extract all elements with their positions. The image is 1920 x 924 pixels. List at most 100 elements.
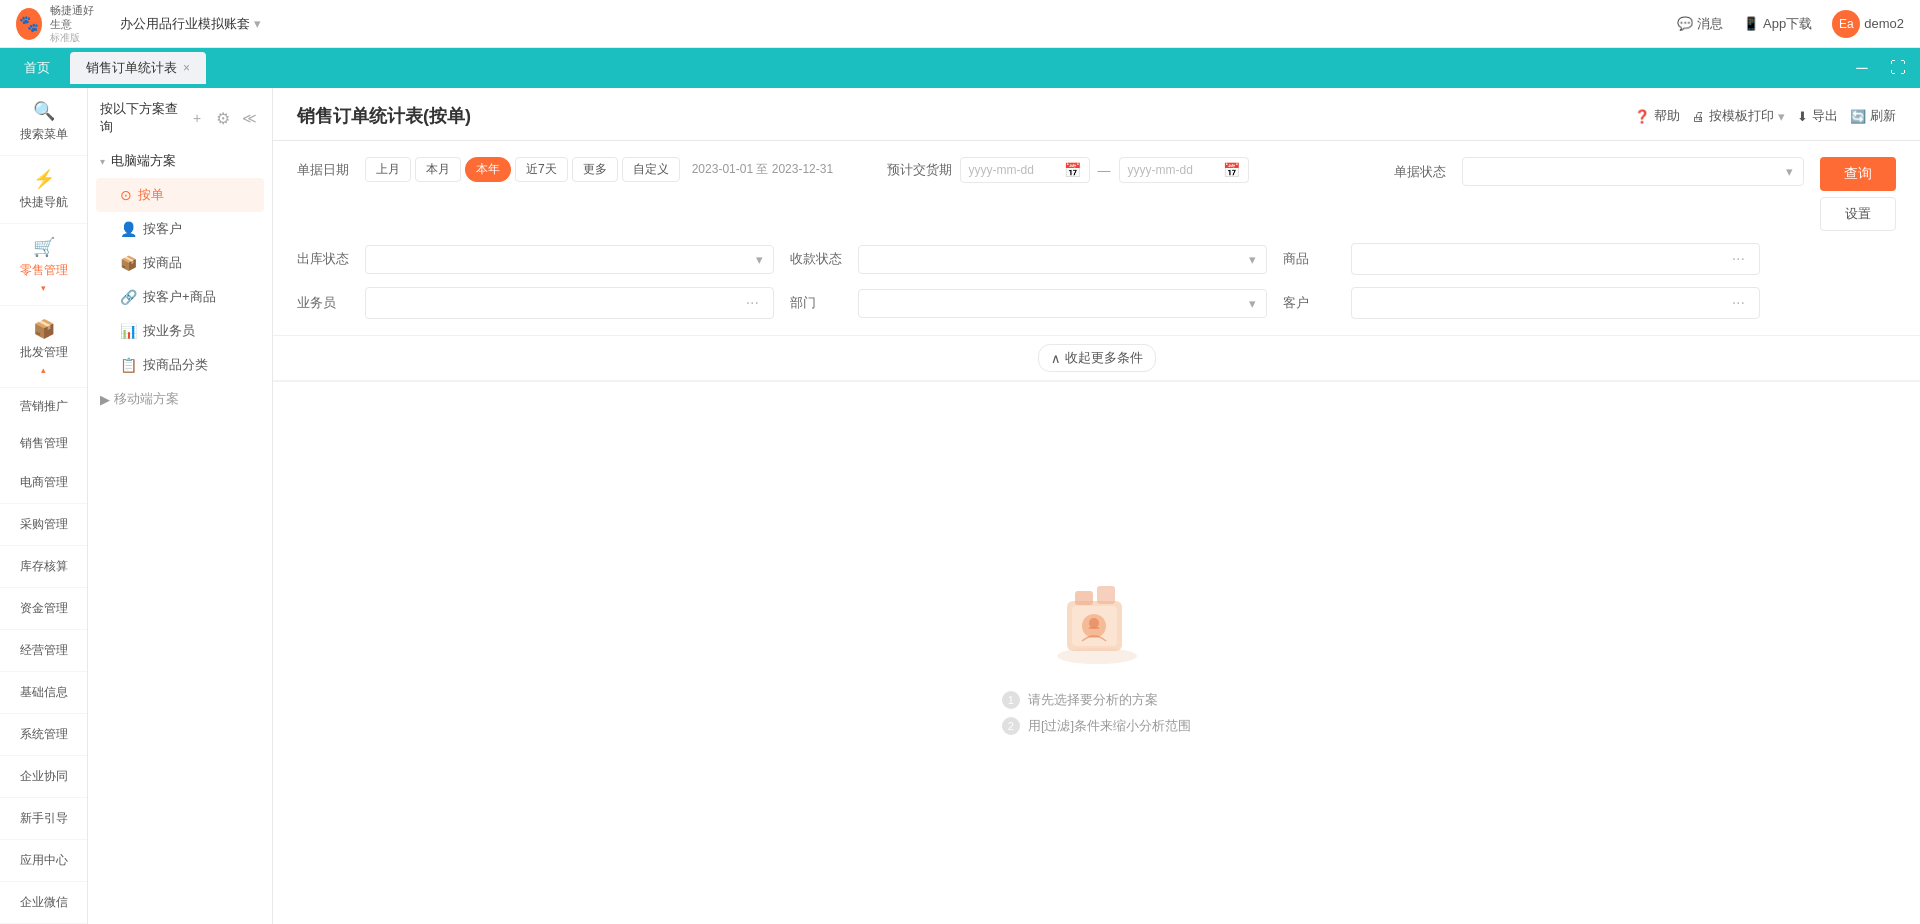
scheme-item-by-category[interactable]: 📋 按商品分类 — [96, 348, 264, 382]
bill-status-select[interactable]: ▾ — [1462, 157, 1804, 186]
mobile-scheme-group[interactable]: ▶ 移动端方案 — [88, 382, 272, 416]
expected-delivery-label: 预计交货期 — [887, 161, 952, 179]
help-icon: ❓ — [1634, 109, 1650, 124]
setting-button[interactable]: 设置 — [1820, 197, 1896, 231]
outbound-status-select[interactable]: ▾ — [365, 245, 774, 274]
collapse-icon: ∧ — [1051, 351, 1061, 366]
scheme-item-by-product[interactable]: 📦 按商品 — [96, 246, 264, 280]
sidebar-item-wechat[interactable]: 企业微信 — [0, 882, 87, 924]
this-month-btn[interactable]: 本月 — [415, 157, 461, 182]
collapse-button[interactable]: ∧ 收起更多条件 — [1038, 344, 1156, 372]
chevron-down-icon: ▾ — [756, 252, 763, 267]
expected-end-date[interactable]: yyyy-mm-dd 📅 — [1119, 157, 1249, 183]
chevron-right-icon: ▶ — [100, 392, 110, 407]
minimize-button[interactable]: ─ — [1848, 54, 1876, 82]
customer-icon: 👤 — [120, 221, 137, 237]
scheme-item-by-order[interactable]: ⊙ 按单 — [96, 178, 264, 212]
add-scheme-button[interactable]: + — [186, 107, 208, 129]
page-header: 销售订单统计表(按单) ❓ 帮助 🖨 按模板打印 ▾ ⬇ 导出 🔄 刷新 — [273, 88, 1920, 141]
sidebar-item-basic[interactable]: 基础信息 — [0, 672, 87, 714]
empty-hints: 1 请先选择要分析的方案 2 用[过滤]条件来缩小分析范围 — [1002, 691, 1191, 735]
sidebar-item-enterprise[interactable]: 企业协同 — [0, 756, 87, 798]
customer-select[interactable]: ··· — [1351, 287, 1760, 319]
hint-num-1: 1 — [1002, 691, 1020, 709]
salesperson-label: 业务员 — [297, 294, 357, 312]
collapse-panel-button[interactable]: ≪ — [238, 107, 260, 129]
filter-area: 单据日期 上月 本月 本年 近7天 更多 自定义 2023-01-01 至 20… — [273, 141, 1920, 335]
scheme-item-by-customer-product[interactable]: 🔗 按客户+商品 — [96, 280, 264, 314]
tab-close-icon[interactable]: × — [183, 61, 190, 75]
scheme-group-title-pc[interactable]: ▾ 电脑端方案 — [96, 144, 264, 178]
query-button[interactable]: 查询 — [1820, 157, 1896, 191]
sidebar-item-marketing[interactable]: 营销推广 — [0, 388, 87, 425]
chevron-down-icon: ▾ — [1249, 252, 1256, 267]
scheme-item-by-customer[interactable]: 👤 按客户 — [96, 212, 264, 246]
date-quick-btns: 上月 本月 本年 近7天 更多 自定义 — [365, 157, 680, 182]
sidebar-item-purchase[interactable]: 采购管理 — [0, 504, 87, 546]
custom-date-btn[interactable]: 自定义 — [622, 157, 680, 182]
product-label: 商品 — [1283, 250, 1343, 268]
sidebar-item-finance[interactable]: 资金管理 — [0, 588, 87, 630]
sidebar-item-appcenter[interactable]: 应用中心 — [0, 840, 87, 882]
date-range-text: 2023-01-01 至 2023-12-31 — [688, 161, 833, 178]
salesperson-select[interactable]: ··· — [365, 287, 774, 319]
sidebar-item-retail[interactable]: 🛒 零售管理 ▾ — [0, 224, 87, 306]
hint-num-2: 2 — [1002, 717, 1020, 735]
scheme-group-pc: ▾ 电脑端方案 ⊙ 按单 👤 按客户 📦 按商品 🔗 按客户+商品 📊 按 — [88, 144, 272, 382]
sidebar-item-system[interactable]: 系统管理 — [0, 714, 87, 756]
sidebar-item-search[interactable]: 🔍 搜索菜单 — [0, 88, 87, 156]
salesperson-dots-icon[interactable]: ··· — [742, 294, 763, 312]
setting-scheme-button[interactable]: ⚙ — [212, 107, 234, 129]
empty-hint-2: 2 用[过滤]条件来缩小分析范围 — [1002, 717, 1191, 735]
logo-icon: 🐾 — [16, 8, 42, 40]
expected-start-date[interactable]: yyyy-mm-dd 📅 — [960, 157, 1090, 183]
sidebar-item-newbie[interactable]: 新手引导 — [0, 798, 87, 840]
scheme-item-by-salesperson[interactable]: 📊 按业务员 — [96, 314, 264, 348]
export-button[interactable]: ⬇ 导出 — [1797, 107, 1838, 125]
app-download-button[interactable]: 📱 App下载 — [1743, 15, 1812, 33]
print-button[interactable]: 🖨 按模板打印 ▾ — [1692, 107, 1785, 125]
tab-sales-order[interactable]: 销售订单统计表 × — [70, 52, 206, 84]
outbound-status-label: 出库状态 — [297, 250, 357, 268]
salesperson-icon: 📊 — [120, 323, 137, 339]
sidebar-item-sales[interactable]: 销售管理 — [0, 425, 87, 462]
left-panel: 按以下方案查询 + ⚙ ≪ ▾ 电脑端方案 ⊙ 按单 👤 按客户 📦 — [88, 88, 273, 924]
product-icon: 📦 — [120, 255, 137, 271]
sidebar-item-wholesale[interactable]: 📦 批发管理 ▴ — [0, 306, 87, 388]
top-bar: 🐾 畅捷通好生意 标准版 办公用品行业模拟账套 ▾ 💬 消息 📱 App下载 E… — [0, 0, 1920, 48]
user-avatar[interactable]: Ea demo2 — [1832, 10, 1904, 38]
sidebar-item-quicknav[interactable]: ⚡ 快捷导航 — [0, 156, 87, 224]
sidebar-item-ecommerce[interactable]: 电商管理 — [0, 462, 87, 504]
sidebar-item-inventory[interactable]: 库存核算 — [0, 546, 87, 588]
more-date-btn[interactable]: 更多 — [572, 157, 618, 182]
company-select[interactable]: 办公用品行业模拟账套 ▾ — [120, 15, 261, 33]
collapse-bar: ∧ 收起更多条件 — [273, 335, 1920, 380]
customer-dots-icon[interactable]: ··· — [1728, 294, 1749, 312]
sidebar: 🔍 搜索菜单 ⚡ 快捷导航 🛒 零售管理 ▾ 📦 批发管理 ▴ 营销推广 销售管… — [0, 88, 88, 924]
svg-rect-7 — [1097, 586, 1115, 604]
help-button[interactable]: ❓ 帮助 — [1634, 107, 1680, 125]
last-7-days-btn[interactable]: 近7天 — [515, 157, 568, 182]
tab-home[interactable]: 首页 — [8, 52, 66, 84]
top-center: 办公用品行业模拟账套 ▾ — [104, 15, 1677, 33]
logo-area: 🐾 畅捷通好生意 标准版 — [16, 3, 104, 45]
department-select[interactable]: ▾ — [858, 289, 1267, 318]
sidebar-item-management[interactable]: 经营管理 — [0, 630, 87, 672]
calendar-icon-2: 📅 — [1223, 162, 1240, 178]
empty-illustration — [1037, 571, 1157, 671]
refresh-button[interactable]: 🔄 刷新 — [1850, 107, 1896, 125]
message-button[interactable]: 💬 消息 — [1677, 15, 1723, 33]
top-right: 💬 消息 📱 App下载 Ea demo2 — [1677, 10, 1904, 38]
bill-status-label: 单据状态 — [1394, 163, 1454, 181]
wholesale-icon: 📦 — [33, 318, 55, 340]
maximize-button[interactable]: ⛶ — [1884, 54, 1912, 82]
this-year-btn[interactable]: 本年 — [465, 157, 511, 182]
receipt-status-select[interactable]: ▾ — [858, 245, 1267, 274]
last-month-btn[interactable]: 上月 — [365, 157, 411, 182]
print-arrow-icon: ▾ — [1778, 109, 1785, 124]
product-select[interactable]: ··· — [1351, 243, 1760, 275]
arrow-icon: ▾ — [41, 283, 46, 293]
customer-product-icon: 🔗 — [120, 289, 137, 305]
chevron-down-icon: ▾ — [254, 16, 261, 31]
more-dots-icon[interactable]: ··· — [1728, 250, 1749, 268]
